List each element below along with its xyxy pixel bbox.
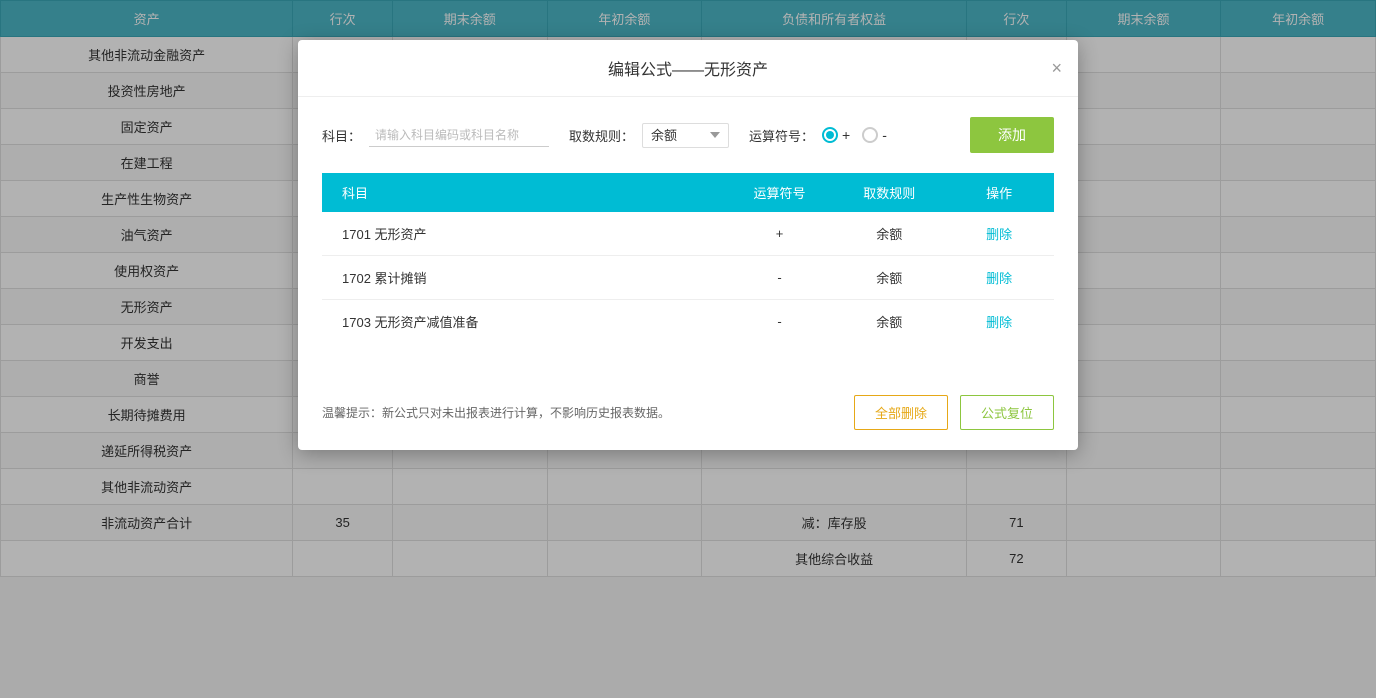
hint-text: 温馨提示：新公式只对未出报表进行计算，不影响历史报表数据。 bbox=[322, 404, 670, 421]
table-header-action: 操作 bbox=[944, 173, 1054, 212]
table-header-operator: 运算符号 bbox=[725, 173, 835, 212]
table-row: 1701 无形资产+余额 删除 bbox=[322, 212, 1054, 256]
row-operator: - bbox=[725, 300, 835, 344]
page-container: 资产 行次 期末余额 年初余额 负债和所有者权益 行次 期末余额 年初余额 其他… bbox=[0, 0, 1376, 698]
operator-plus-label: + bbox=[842, 127, 850, 143]
row-subject: 1703 无形资产减值准备 bbox=[322, 300, 725, 344]
modal-title: 编辑公式——无形资产 bbox=[608, 62, 768, 79]
table-row: 1703 无形资产减值准备-余额 删除 bbox=[322, 300, 1054, 344]
formula-form: 科目： 取数规则： 余额借方贷方借方累计贷方累计 运算符号： bbox=[322, 117, 1054, 153]
modal-dialog: 编辑公式——无形资产 × 科目： 取数规则： 余额借方贷方借方累计贷方累计 bbox=[298, 40, 1078, 450]
modal-header: 编辑公式——无形资产 × bbox=[298, 40, 1078, 97]
modal-footer: 温馨提示：新公式只对未出报表进行计算，不影响历史报表数据。 全部删除 公式复位 bbox=[298, 383, 1078, 450]
footer-buttons: 全部删除 公式复位 bbox=[854, 395, 1054, 430]
table-header-rule: 取数规则 bbox=[834, 173, 944, 212]
row-action: 删除 bbox=[944, 300, 1054, 344]
row-operator: - bbox=[725, 256, 835, 300]
operator-minus-radio[interactable] bbox=[862, 127, 878, 143]
add-button[interactable]: 添加 bbox=[970, 117, 1054, 153]
row-rule: 余额 bbox=[834, 256, 944, 300]
modal-close-button[interactable]: × bbox=[1051, 59, 1062, 77]
rule-select-wrap: 余额借方贷方借方累计贷方累计 bbox=[642, 123, 729, 148]
row-subject: 1701 无形资产 bbox=[322, 212, 725, 256]
table-row: 1702 累计摊销-余额 删除 bbox=[322, 256, 1054, 300]
row-operator: + bbox=[725, 212, 835, 256]
subject-input[interactable] bbox=[369, 123, 549, 147]
reset-button[interactable]: 公式复位 bbox=[960, 395, 1054, 430]
rule-select[interactable]: 余额借方贷方借方累计贷方累计 bbox=[642, 123, 729, 148]
row-action: 删除 bbox=[944, 256, 1054, 300]
row-subject: 1702 累计摊销 bbox=[322, 256, 725, 300]
operator-plus-item[interactable]: + bbox=[822, 127, 850, 143]
table-header-subject: 科目 bbox=[322, 173, 725, 212]
operator-radio-group: + - bbox=[822, 127, 887, 143]
formula-table: 科目 运算符号 取数规则 操作 1701 无形资产+余额删除1702 累计摊销-… bbox=[322, 173, 1054, 343]
row-rule: 余额 bbox=[834, 300, 944, 344]
subject-label: 科目： bbox=[322, 126, 361, 145]
operator-plus-radio[interactable] bbox=[822, 127, 838, 143]
row-delete-button[interactable]: 删除 bbox=[986, 268, 1012, 287]
subject-group: 科目： bbox=[322, 123, 549, 147]
row-delete-button[interactable]: 删除 bbox=[986, 224, 1012, 243]
modal-overlay: 编辑公式——无形资产 × 科目： 取数规则： 余额借方贷方借方累计贷方累计 bbox=[0, 0, 1376, 698]
operator-minus-item[interactable]: - bbox=[862, 127, 887, 143]
operator-minus-label: - bbox=[882, 127, 887, 143]
row-action: 删除 bbox=[944, 212, 1054, 256]
operator-group: 运算符号： + - bbox=[749, 126, 887, 145]
rule-label: 取数规则： bbox=[569, 126, 634, 145]
rule-group: 取数规则： 余额借方贷方借方累计贷方累计 bbox=[569, 123, 729, 148]
modal-body: 科目： 取数规则： 余额借方贷方借方累计贷方累计 运算符号： bbox=[298, 97, 1078, 383]
operator-label: 运算符号： bbox=[749, 126, 814, 145]
row-delete-button[interactable]: 删除 bbox=[986, 312, 1012, 331]
row-rule: 余额 bbox=[834, 212, 944, 256]
delete-all-button[interactable]: 全部删除 bbox=[854, 395, 948, 430]
